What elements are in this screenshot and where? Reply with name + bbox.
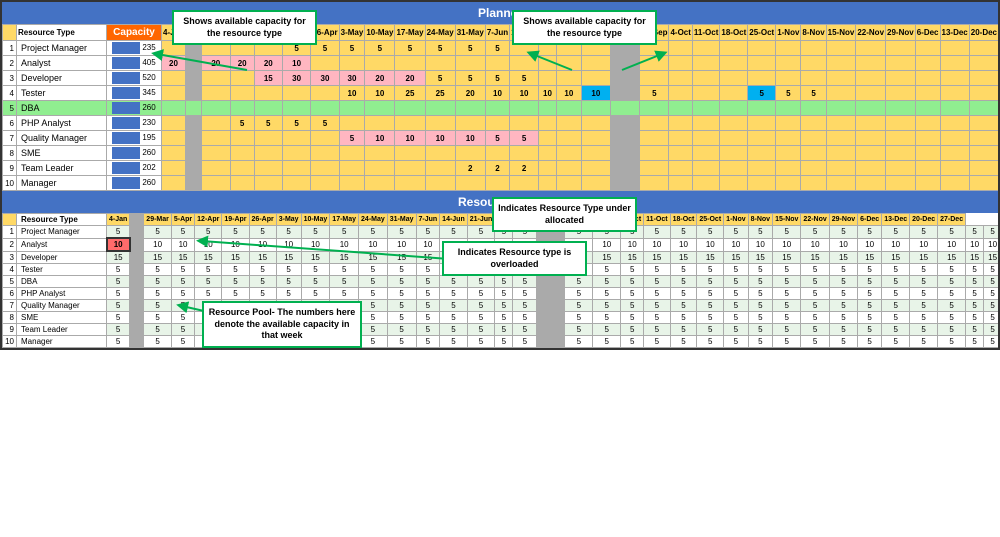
- planner-row: 10Manager260: [3, 176, 999, 191]
- pool-header-row: Resource Type4-Jan29-Mar5-Apr12-Apr19-Ap…: [3, 214, 999, 226]
- planner-row: 4Tester345101025252010101010105555: [3, 86, 999, 101]
- planner-row: 6PHP Analyst2305555: [3, 116, 999, 131]
- pool-row: 7Quality Manager555555555555555555555555…: [3, 300, 999, 312]
- date-header-1: 4-Jan: [162, 25, 186, 41]
- pool-row: 4Tester555555555555555555555555555555555: [3, 264, 999, 276]
- pool-header: Resource Pool: [2, 191, 998, 213]
- pool-row: 6PHP Analyst5555555555555555555555555555…: [3, 288, 999, 300]
- planner-header-row: Resource Type Capacity 4-Jan ... 29-Mar …: [3, 25, 999, 41]
- planner-header: Planner: [2, 2, 998, 24]
- main-container: Planner Resource Type Capacity 4-Jan ...…: [0, 0, 1000, 350]
- planner-tbody: 1Project Manager235555555552Analyst40520…: [3, 41, 999, 191]
- planner-row: 9Team Leader202222: [3, 161, 999, 176]
- col-header-resource-type: Resource Type: [17, 25, 107, 41]
- pool-row: 10Manager5555555555555555555555555555555…: [3, 336, 999, 348]
- planner-table: Resource Type Capacity 4-Jan ... 29-Mar …: [2, 24, 998, 191]
- pool-row: 9Team Leader5555555555555555555555555555…: [3, 324, 999, 336]
- pool-scroll[interactable]: Resource Type4-Jan29-Mar5-Apr12-Apr19-Ap…: [2, 213, 998, 348]
- pool-tbody: Resource Type4-Jan29-Mar5-Apr12-Apr19-Ap…: [3, 214, 999, 348]
- pool-section: Resource Pool Resource Type4-Jan29-Mar5-…: [2, 191, 998, 348]
- planner-row: 1Project Manager23555555555: [3, 41, 999, 56]
- planner-row: 3Developer5201530303020205555: [3, 71, 999, 86]
- pool-row: 5DBA555555555555555555555555555555555: [3, 276, 999, 288]
- col-header-capacity: Capacity: [107, 25, 162, 41]
- planner-scroll[interactable]: Resource Type Capacity 4-Jan ... 29-Mar …: [2, 24, 998, 191]
- planner-row: 7Quality Manager19551010101055: [3, 131, 999, 146]
- planner-row: 8SME260: [3, 146, 999, 161]
- planner-row: 2Analyst4052020202010: [3, 56, 999, 71]
- pool-row: 2Analyst10101010101010101010101010101010…: [3, 238, 999, 251]
- pool-row: 1Project Manager555555555555555555555555…: [3, 226, 999, 239]
- pool-row: 8SME555555555555555555555555555555555: [3, 312, 999, 324]
- planner-row: 5DBA260: [3, 101, 999, 116]
- planner-section: Planner Resource Type Capacity 4-Jan ...…: [2, 2, 998, 191]
- pool-row: 3Developer151515151515151515151515151515…: [3, 251, 999, 264]
- pool-table: Resource Type4-Jan29-Mar5-Apr12-Apr19-Ap…: [2, 213, 998, 348]
